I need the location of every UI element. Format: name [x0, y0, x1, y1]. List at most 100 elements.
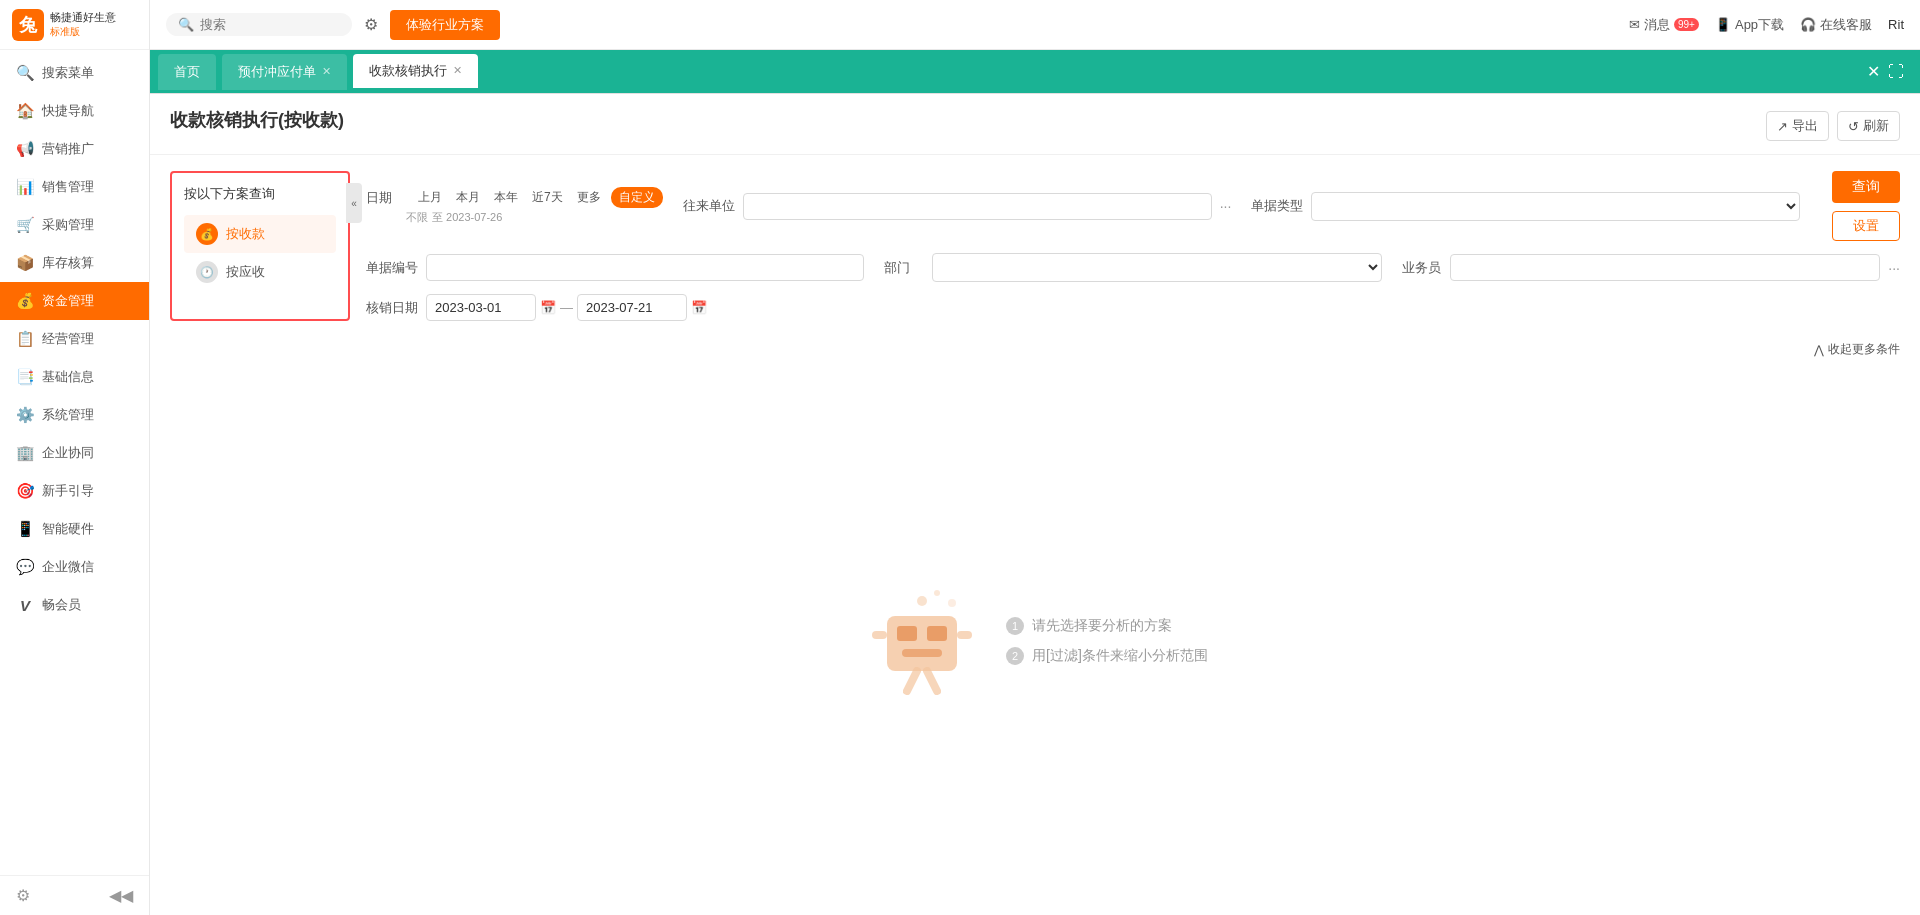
search-input[interactable]: [200, 17, 340, 32]
sidebar-item-inventory[interactable]: 📦 库存核算: [0, 244, 149, 282]
filter-container: 按以下方案查询 💰 按收款 🕐 按应收 « 日期: [150, 155, 1920, 337]
basic-info-icon: 📑: [16, 368, 34, 386]
sidebar-bottom: ⚙ ◀◀: [0, 875, 149, 915]
guide-icon: 🎯: [16, 482, 34, 500]
app-icon: 📱: [1715, 17, 1731, 32]
tab-receivable[interactable]: 收款核销执行 ✕: [353, 54, 478, 90]
page-title: 收款核销执行(按收款): [170, 108, 344, 132]
custom-date-btn[interactable]: 自定义: [611, 187, 663, 208]
verify-date-end-input[interactable]: [577, 294, 687, 321]
sidebar-item-guide[interactable]: 🎯 新手引导: [0, 472, 149, 510]
sidebar-item-marketing[interactable]: 📢 营销推广: [0, 130, 149, 168]
main-area: 🔍 ⚙ 体验行业方案 ✉ 消息 99+ 📱 App下载 🎧 在线客服 Rit: [150, 0, 1920, 915]
refresh-button[interactable]: ↺ 刷新: [1837, 111, 1900, 141]
dept-label: 部门: [884, 259, 924, 277]
enterprise-icon: 🏢: [16, 444, 34, 462]
counterpart-label: 往来单位: [683, 197, 735, 215]
filter-form: 日期 上月 本月 本年 近7天 更多 自定义 不限: [366, 171, 1900, 321]
quick-dates: 上月 本月 本年 近7天 更多 自定义: [414, 187, 663, 208]
verify-date-group: 📅 — 📅: [426, 294, 707, 321]
wechat-icon: 💬: [16, 558, 34, 576]
this-year-btn[interactable]: 本年: [490, 187, 522, 208]
solution-button[interactable]: 体验行业方案: [390, 10, 500, 40]
collapse-sidebar-icon[interactable]: ◀◀: [109, 886, 133, 905]
dept-select[interactable]: [932, 253, 1382, 282]
sidebar-item-system[interactable]: ⚙️ 系统管理: [0, 396, 149, 434]
expand-conditions-btn[interactable]: ⋀ 收起更多条件: [150, 337, 1920, 366]
message-button[interactable]: ✉ 消息 99+: [1629, 16, 1699, 34]
export-icon: ↗: [1777, 119, 1788, 134]
quick-nav-icon: 🏠: [16, 102, 34, 120]
sidebar-item-sales[interactable]: 📊 销售管理: [0, 168, 149, 206]
date-to-label: 至 2023-07-26: [432, 210, 502, 225]
sidebar-item-operation[interactable]: 📋 经营管理: [0, 320, 149, 358]
verify-date-start-input[interactable]: [426, 294, 536, 321]
last-7-days-btn[interactable]: 近7天: [528, 187, 567, 208]
counterpart-input[interactable]: [743, 193, 1212, 220]
app-logo: 兔 畅捷通好生意 标准版: [0, 0, 149, 50]
sidebar-item-member[interactable]: V 畅会员: [0, 586, 149, 624]
service-icon: 🎧: [1800, 17, 1816, 32]
app-download-button[interactable]: 📱 App下载: [1715, 16, 1784, 34]
fullscreen-btn[interactable]: ⛶: [1888, 62, 1904, 81]
expand-up-icon: ⋀: [1814, 343, 1824, 357]
filter-option-receipt[interactable]: 💰 按收款: [184, 215, 336, 253]
employee-more-icon[interactable]: ···: [1888, 260, 1900, 276]
sidebar-item-finance[interactable]: 💰 资金管理: [0, 282, 149, 320]
message-badge: 99+: [1674, 18, 1699, 31]
svg-rect-1: [897, 626, 917, 641]
sidebar-item-enterprise[interactable]: 🏢 企业协同: [0, 434, 149, 472]
sales-icon: 📊: [16, 178, 34, 196]
filter-row-1: 日期 上月 本月 本年 近7天 更多 自定义 不限: [366, 171, 1900, 241]
tip-num-2: 2: [1006, 647, 1024, 665]
doctype-select[interactable]: [1311, 192, 1800, 221]
close-tab-btn[interactable]: ✕: [1867, 62, 1880, 81]
tab-prepay-close[interactable]: ✕: [322, 65, 331, 78]
sidebar-item-purchase[interactable]: 🛒 采购管理: [0, 206, 149, 244]
collapse-filter-btn[interactable]: «: [346, 183, 362, 223]
tab-prepay[interactable]: 预付冲应付单 ✕: [222, 54, 347, 90]
topbar-actions: ✉ 消息 99+ 📱 App下载 🎧 在线客服 Rit: [1629, 16, 1904, 34]
counterpart-more-icon[interactable]: ···: [1220, 198, 1232, 214]
settings-icon[interactable]: ⚙: [364, 15, 378, 34]
svg-rect-5: [957, 631, 972, 639]
page-actions: ↗ 导出 ↺ 刷新: [1766, 111, 1900, 141]
svg-rect-2: [927, 626, 947, 641]
more-dates-btn[interactable]: 更多: [573, 187, 605, 208]
sidebar-item-quick-nav[interactable]: 🏠 快捷导航: [0, 92, 149, 130]
search-button[interactable]: 查询: [1832, 171, 1900, 203]
filter-row-3: 核销日期 📅 — 📅: [366, 294, 1900, 321]
sidebar-item-search-menu[interactable]: 🔍 搜索菜单: [0, 54, 149, 92]
verify-date-start-cal-icon[interactable]: 📅: [540, 300, 556, 315]
sidebar-item-basic-info[interactable]: 📑 基础信息: [0, 358, 149, 396]
search-box[interactable]: 🔍: [166, 13, 352, 36]
this-month-btn[interactable]: 本月: [452, 187, 484, 208]
svg-rect-4: [872, 631, 887, 639]
filter-counterpart-item: 往来单位 ···: [683, 193, 1232, 220]
empty-tip-1: 1 请先选择要分析的方案: [1006, 617, 1208, 635]
hardware-icon: 📱: [16, 520, 34, 538]
user-info[interactable]: Rit: [1888, 17, 1904, 32]
settings-bottom-icon[interactable]: ⚙: [16, 886, 30, 905]
filter-settings-button[interactable]: 设置: [1832, 211, 1900, 241]
tab-home[interactable]: 首页: [158, 54, 216, 90]
tab-receivable-close[interactable]: ✕: [453, 64, 462, 77]
logo-icon: 兔: [12, 9, 44, 41]
finance-icon: 💰: [16, 292, 34, 310]
filter-option-receivable[interactable]: 🕐 按应收: [184, 253, 336, 291]
filter-actions: 查询 设置: [1832, 171, 1900, 241]
marketing-icon: 📢: [16, 140, 34, 158]
refresh-icon: ↺: [1848, 119, 1859, 134]
employee-input[interactable]: [1450, 254, 1880, 281]
online-service-button[interactable]: 🎧 在线客服: [1800, 16, 1872, 34]
sidebar-item-wechat[interactable]: 💬 企业微信: [0, 548, 149, 586]
verify-date-end-cal-icon[interactable]: 📅: [691, 300, 707, 315]
no-limit-label: 不限: [406, 210, 428, 225]
last-month-btn[interactable]: 上月: [414, 187, 446, 208]
docno-input[interactable]: [426, 254, 864, 281]
search-icon: 🔍: [178, 17, 194, 32]
filter-date-item: 日期 上月 本月 本年 近7天 更多 自定义 不限: [366, 187, 663, 225]
system-icon: ⚙️: [16, 406, 34, 424]
export-button[interactable]: ↗ 导出: [1766, 111, 1829, 141]
sidebar-item-hardware[interactable]: 📱 智能硬件: [0, 510, 149, 548]
